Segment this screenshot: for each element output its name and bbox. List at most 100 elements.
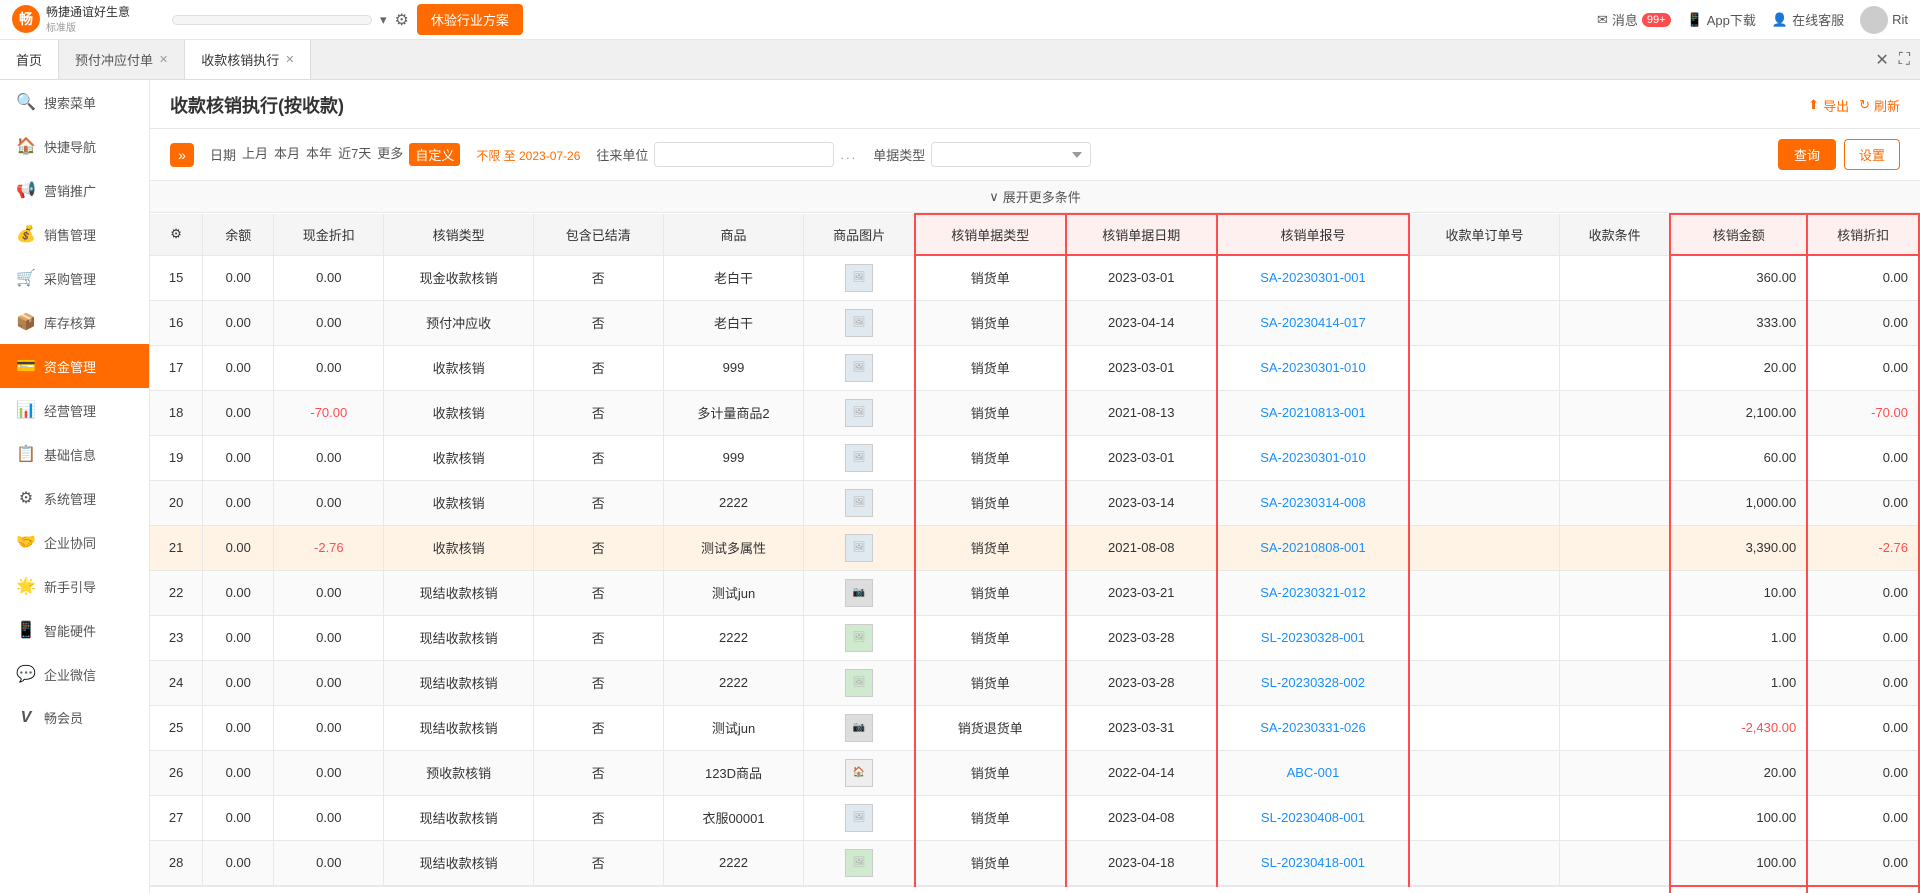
td-writeoff-discount: 0.00 xyxy=(1807,255,1919,300)
sidebar-item-wechat[interactable]: 💬 企业微信 xyxy=(0,652,149,696)
td-receipt-condition xyxy=(1559,795,1670,840)
td-no: 26 xyxy=(150,750,203,795)
sidebar-item-collab[interactable]: 🤝 企业协同 xyxy=(0,520,149,564)
td-receipt-condition xyxy=(1559,345,1670,390)
sidebar-item-inventory[interactable]: 📦 库存核算 xyxy=(0,300,149,344)
td-writeoff-amount: 3,390.00 xyxy=(1670,525,1807,570)
writeoff-doc-no-link[interactable]: SL-20230328-002 xyxy=(1261,675,1365,690)
td-product-img: 🖼 xyxy=(804,840,915,886)
td-receipt-condition xyxy=(1559,300,1670,345)
logo-name: 畅捷通谊好生意 xyxy=(46,5,130,19)
prepay-tab-close[interactable]: ✕ xyxy=(159,53,168,66)
sidebar-item-system[interactable]: ⚙ 系统管理 xyxy=(0,476,149,520)
td-writeoff-discount: 0.00 xyxy=(1807,300,1919,345)
dropdown-button[interactable]: ▾ xyxy=(380,12,387,28)
date-last-month[interactable]: 上月 xyxy=(242,143,268,166)
maximize-button[interactable]: ⛶ xyxy=(1899,51,1910,69)
td-writeoff-discount: -70.00 xyxy=(1807,390,1919,435)
td-writeoff-doc-date: 2023-04-14 xyxy=(1066,300,1217,345)
td-include-settled: 否 xyxy=(533,255,663,300)
close-tab-button[interactable]: ✕ xyxy=(1875,50,1888,70)
sidebar-collab-label: 企业协同 xyxy=(44,533,96,552)
td-writeoff-doc-no: SA-20210813-001 xyxy=(1217,390,1409,435)
online-service-item[interactable]: 👤 在线客服 xyxy=(1772,10,1844,29)
filter-expand-button[interactable]: » xyxy=(170,143,194,167)
top-search-box[interactable] xyxy=(172,15,372,25)
td-writeoff-discount: 0.00 xyxy=(1807,435,1919,480)
writeoff-doc-no-link[interactable]: SA-20230301-001 xyxy=(1260,270,1366,285)
refresh-button[interactable]: ↻ 刷新 xyxy=(1859,96,1900,115)
sidebar-item-operations[interactable]: 📊 经营管理 xyxy=(0,388,149,432)
sidebar-item-sales[interactable]: 💰 销售管理 xyxy=(0,212,149,256)
td-writeoff-discount: 0.00 xyxy=(1807,840,1919,886)
writeoff-doc-no-link[interactable]: SL-20230408-001 xyxy=(1261,810,1365,825)
query-button[interactable]: 查询 xyxy=(1778,139,1836,170)
td-balance: 0.00 xyxy=(203,615,274,660)
td-product-img: 🏠 xyxy=(804,750,915,795)
expand-more-conditions-button[interactable]: ∨ 展开更多条件 xyxy=(989,187,1081,206)
tab-home[interactable]: 首页 xyxy=(0,40,59,79)
sidebar-item-guide[interactable]: 🌟 新手引导 xyxy=(0,564,149,608)
writeoff-doc-no-link[interactable]: SA-20230301-010 xyxy=(1260,360,1366,375)
td-writeoff-doc-type: 销货退货单 xyxy=(915,705,1066,750)
tab-prepay[interactable]: 预付冲应付单 ✕ xyxy=(59,40,185,79)
sidebar-item-purchase[interactable]: 🛒 采购管理 xyxy=(0,256,149,300)
industry-solution-button[interactable]: 休验行业方案 xyxy=(417,4,523,35)
notifications-badge: 99+ xyxy=(1642,13,1671,27)
notifications-item[interactable]: ✉ 消息 99+ xyxy=(1597,10,1671,29)
td-balance: 0.00 xyxy=(203,435,274,480)
sidebar-finance-label: 资金管理 xyxy=(44,357,96,376)
td-include-settled: 否 xyxy=(533,570,663,615)
date-this-month[interactable]: 本月 xyxy=(274,143,300,166)
writeoff-doc-no-link[interactable]: SL-20230418-001 xyxy=(1261,855,1365,870)
writeoff-doc-no-link[interactable]: SA-20230414-017 xyxy=(1260,315,1366,330)
writeoff-doc-no-link[interactable]: SA-20230321-012 xyxy=(1260,585,1366,600)
more-conditions-label: 展开更多条件 xyxy=(1003,187,1081,206)
sidebar-item-basic[interactable]: 📋 基础信息 xyxy=(0,432,149,476)
writeoff-doc-no-link[interactable]: SA-20230301-010 xyxy=(1260,450,1366,465)
table-row: 19 0.00 0.00 收款核销 否 999 🖼 销货单 2023-03-01… xyxy=(150,435,1919,480)
td-include-settled: 否 xyxy=(533,705,663,750)
writeoff-doc-no-link[interactable]: ABC-001 xyxy=(1287,765,1340,780)
writeoff-doc-no-link[interactable]: SL-20230328-001 xyxy=(1261,630,1365,645)
td-writeoff-type: 现结收款核销 xyxy=(384,660,533,705)
settings-gear-button[interactable]: ⚙ xyxy=(395,10,409,30)
sidebar-item-marketing[interactable]: 📢 营销推广 xyxy=(0,168,149,212)
export-button[interactable]: ⬆ 导出 xyxy=(1808,96,1849,115)
td-writeoff-discount: 0.00 xyxy=(1807,660,1919,705)
sidebar-item-member[interactable]: V 畅会员 xyxy=(0,696,149,739)
sidebar-item-hardware[interactable]: 📱 智能硬件 xyxy=(0,608,149,652)
sidebar-marketing-label: 营销推广 xyxy=(44,181,96,200)
writeoff-tab-close[interactable]: ✕ xyxy=(285,53,294,66)
refresh-icon: ↻ xyxy=(1859,97,1870,113)
td-receipt-condition xyxy=(1559,705,1670,750)
filter-partner-group: 往来单位 ... xyxy=(596,142,857,167)
td-include-settled: 否 xyxy=(533,750,663,795)
td-balance: 0.00 xyxy=(203,705,274,750)
date-custom[interactable]: 自定义 xyxy=(409,143,460,166)
writeoff-doc-no-link[interactable]: SA-20230331-026 xyxy=(1260,720,1366,735)
sidebar-item-finance[interactable]: 💳 资金管理 xyxy=(0,344,149,388)
td-cash-discount: -2.76 xyxy=(274,525,384,570)
sidebar-item-quicknav[interactable]: 🏠 快捷导航 xyxy=(0,124,149,168)
sidebar-wechat-label: 企业微信 xyxy=(44,665,96,684)
partner-filter-input[interactable] xyxy=(654,142,834,167)
doctype-filter-select[interactable] xyxy=(931,142,1091,167)
td-balance: 0.00 xyxy=(203,345,274,390)
table-settings-button[interactable]: 设置 xyxy=(1844,139,1900,170)
date-this-year[interactable]: 本年 xyxy=(306,143,332,166)
td-writeoff-doc-type: 销货单 xyxy=(915,435,1066,480)
th-include-settled: 包含已结清 xyxy=(533,214,663,255)
writeoff-doc-no-link[interactable]: SA-20210813-001 xyxy=(1260,405,1366,420)
chevron-down-icon: ∨ xyxy=(989,189,999,205)
date-7days[interactable]: 近7天 xyxy=(338,143,371,166)
date-more[interactable]: 更多 xyxy=(377,143,403,166)
tab-writeoff[interactable]: 收款核销执行 ✕ xyxy=(185,40,311,79)
user-item[interactable]: Rit xyxy=(1860,6,1908,34)
footer-spacer xyxy=(150,886,1670,893)
sidebar-item-search[interactable]: 🔍 搜索菜单 xyxy=(0,80,149,124)
app-download-item[interactable]: 📱 App下载 xyxy=(1687,10,1756,29)
td-writeoff-type: 现结收款核销 xyxy=(384,705,533,750)
writeoff-doc-no-link[interactable]: SA-20230314-008 xyxy=(1260,495,1366,510)
writeoff-doc-no-link[interactable]: SA-20210808-001 xyxy=(1260,540,1366,555)
